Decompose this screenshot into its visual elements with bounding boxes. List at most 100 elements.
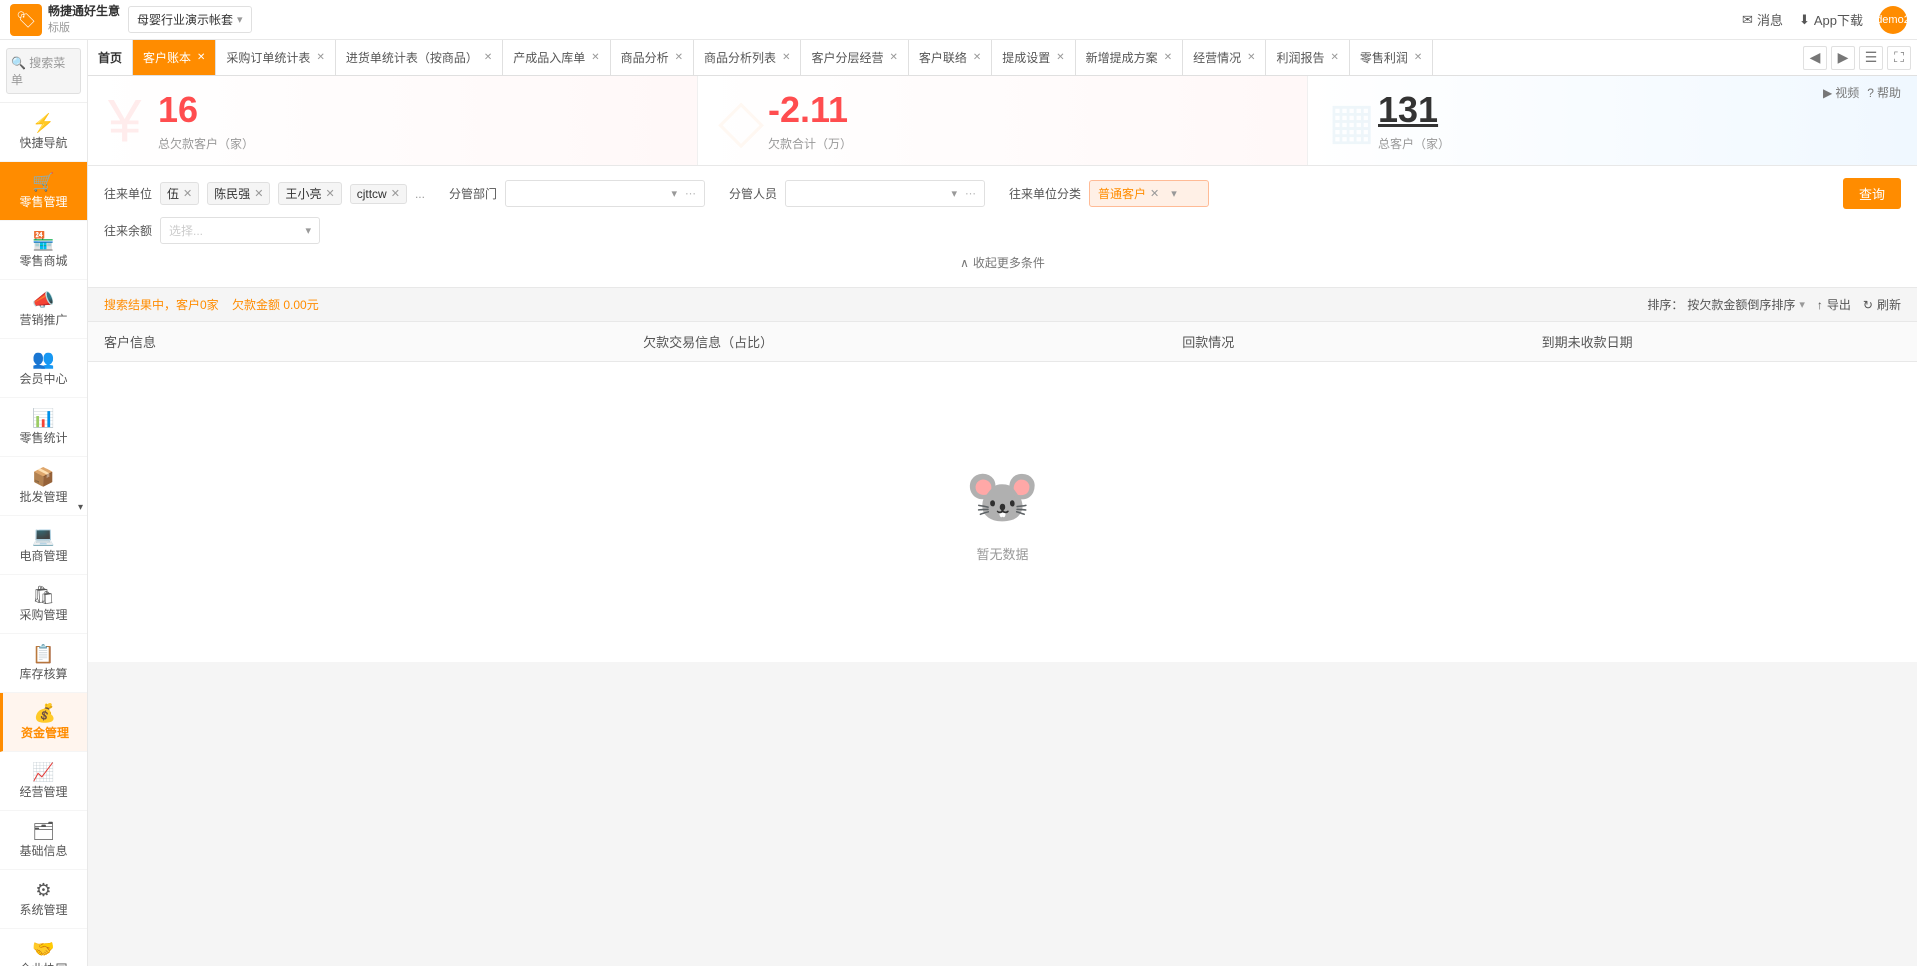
query-button[interactable]: 查询 <box>1843 178 1901 209</box>
industry-select[interactable]: 母婴行业演示帐套 ▾ <box>128 6 252 33</box>
sidebar-item-basic-info[interactable]: 🗂 基础信息 <box>0 811 87 870</box>
tab-fullscreen[interactable]: ⛶ <box>1887 46 1911 70</box>
result-actions: 排序： 按欠款金额倒序排序 ▾ ↑ 导出 ↻ 刷新 <box>1647 296 1901 313</box>
operation-icon: 📈 <box>6 762 81 783</box>
sidebar-item-retail-mall[interactable]: 🏪 零售商城 <box>0 221 87 280</box>
tab-purchase-order-stat[interactable]: 采购订单统计表 ✕ <box>216 40 335 76</box>
message-icon: ✉ <box>1742 12 1753 28</box>
top-bar: 🏷 畅捷通好生意 标版 母婴行业演示帐套 ▾ ✉ 消息 ⬇ App下载 demo… <box>0 0 1917 40</box>
top-bar-right: ✉ 消息 ⬇ App下载 demo2 <box>1742 6 1907 34</box>
logo-icon: 🏷 <box>10 4 42 36</box>
inventory-icon: 📋 <box>6 644 81 665</box>
sort-btn[interactable]: 排序： 按欠款金额倒序排序 ▾ <box>1647 296 1805 313</box>
tab-close-operation-status[interactable]: ✕ <box>1247 52 1255 63</box>
filter-tag-1-close[interactable]: ✕ <box>183 187 192 200</box>
video-btn[interactable]: ▶ 视频 <box>1823 84 1859 101</box>
tab-close-produce-in[interactable]: ✕ <box>591 52 599 63</box>
tab-close-raise-settings[interactable]: ✕ <box>1056 52 1064 63</box>
tab-goods-analysis-list[interactable]: 商品分析列表 ✕ <box>694 40 801 76</box>
sidebar-item-operation[interactable]: 📈 经营管理 <box>0 752 87 811</box>
retail-mall-icon: 🏪 <box>6 231 81 252</box>
tab-profit-report[interactable]: 利润报告 ✕ <box>1266 40 1349 76</box>
balance-select[interactable]: 选择... ▾ <box>160 217 320 244</box>
tab-close-goods-analysis[interactable]: ✕ <box>675 52 683 63</box>
tab-close-new-raise-plan[interactable]: ✕ <box>1164 52 1172 63</box>
system-icon: ⚙ <box>6 880 81 901</box>
filter-tag-2[interactable]: 陈民强 ✕ <box>207 182 270 205</box>
filter-tag-4[interactable]: cjttcw ✕ <box>350 184 407 204</box>
tab-scroll-right[interactable]: ▶ <box>1831 46 1855 70</box>
filter-tag-2-close[interactable]: ✕ <box>254 187 263 200</box>
th-overdue-date: 到期未收款日期 <box>1542 332 1901 351</box>
tab-close-goods-analysis-list[interactable]: ✕ <box>782 52 790 63</box>
refresh-btn[interactable]: ↻ 刷新 <box>1863 296 1901 313</box>
dept-chevron-icon: ▾ <box>671 187 677 200</box>
sidebar-item-ecommerce[interactable]: 💻 电商管理 <box>0 516 87 575</box>
export-btn[interactable]: ↑ 导出 <box>1817 296 1851 313</box>
stat-num-credit-customers: 16 <box>158 89 254 131</box>
filter-tag-4-close[interactable]: ✕ <box>391 187 400 200</box>
tab-new-raise-plan[interactable]: 新增提成方案 ✕ <box>1076 40 1183 76</box>
logo-area: 🏷 畅捷通好生意 标版 <box>10 4 120 36</box>
tab-close-retail-profit[interactable]: ✕ <box>1414 52 1422 63</box>
tab-customer-contact[interactable]: 客户联络 ✕ <box>909 40 992 76</box>
category-tag-1-close[interactable]: ✕ <box>1150 187 1159 200</box>
tab-close-customer-book[interactable]: ✕ <box>197 52 205 63</box>
dept-select[interactable]: ▾ ⋯ <box>505 180 705 207</box>
tab-close-purchase-order[interactable]: ✕ <box>316 52 324 63</box>
purchase-icon: 🛍 <box>6 585 81 606</box>
sidebar-item-system[interactable]: ⚙ 系统管理 <box>0 870 87 929</box>
sidebar-item-retail-stat[interactable]: 📊 零售统计 <box>0 398 87 457</box>
sidebar-item-enterprise-coop[interactable]: 🤝 企业协同 <box>0 929 87 966</box>
member-icon: 👥 <box>6 349 81 370</box>
tab-close-goods-in[interactable]: ✕ <box>484 52 492 63</box>
marketing-icon: 📣 <box>6 290 81 311</box>
sidebar: 🔍 搜索菜单 ⚡ 快捷导航 🛒 零售管理 🏪 零售商城 📣 营销推广 👥 会员中… <box>0 40 88 966</box>
empty-text: 暂无数据 <box>976 544 1028 563</box>
sidebar-item-member[interactable]: 👥 会员中心 <box>0 339 87 398</box>
category-tag-1[interactable]: 普通客户 ✕ <box>1098 185 1159 202</box>
sort-chevron-icon: ▾ <box>1799 298 1805 311</box>
help-btn[interactable]: ? 帮助 <box>1867 84 1901 101</box>
app-download-btn[interactable]: ⬇ App下载 <box>1799 10 1863 29</box>
collapse-btn[interactable]: ∧ 收起更多条件 <box>960 250 1045 275</box>
filter-tag-3-close[interactable]: ✕ <box>326 187 335 200</box>
sidebar-item-retail[interactable]: 🛒 零售管理 <box>0 162 87 221</box>
tab-close-profit-report[interactable]: ✕ <box>1331 52 1339 63</box>
tab-operation-status[interactable]: 经营情况 ✕ <box>1183 40 1266 76</box>
tab-menu[interactable]: ☰ <box>1859 46 1883 70</box>
tab-scroll-left[interactable]: ◀ <box>1803 46 1827 70</box>
filter-tag-1[interactable]: 伍 ✕ <box>160 182 199 205</box>
stat-label-credit-amount: 欠款合计（万） <box>768 135 852 152</box>
sidebar-item-finance[interactable]: 💰 资金管理 <box>0 693 87 752</box>
empty-icon: 🐭 <box>965 461 1040 532</box>
help-icon: ? <box>1867 86 1874 100</box>
tab-customer-segment[interactable]: 客户分层经营 ✕ <box>801 40 908 76</box>
tab-raise-settings[interactable]: 提成设置 ✕ <box>992 40 1075 76</box>
category-select[interactable]: 普通客户 ✕ ▾ <box>1089 180 1209 207</box>
stat-num-total-customers: 131 <box>1378 89 1450 131</box>
tab-home[interactable]: 首页 <box>88 40 133 76</box>
logo-text-area: 畅捷通好生意 标版 <box>48 4 120 36</box>
message-btn[interactable]: ✉ 消息 <box>1742 10 1783 29</box>
filter-tags-more[interactable]: ... <box>415 187 425 201</box>
tab-produce-in[interactable]: 产成品入库单 ✕ <box>503 40 610 76</box>
filter-tag-3[interactable]: 王小亮 ✕ <box>278 182 341 205</box>
search-menu-btn[interactable]: 🔍 搜索菜单 <box>6 48 81 94</box>
sidebar-item-wholesale[interactable]: 📦 批发管理 <box>0 457 87 516</box>
tab-retail-profit[interactable]: 零售利润 ✕ <box>1350 40 1433 76</box>
filter-row-extra: 往来余额 选择... ▾ <box>104 217 1901 244</box>
avatar[interactable]: demo2 <box>1879 6 1907 34</box>
person-select[interactable]: ▾ ⋯ <box>785 180 985 207</box>
sidebar-item-marketing[interactable]: 📣 营销推广 <box>0 280 87 339</box>
tab-customer-book[interactable]: 客户账本 ✕ <box>133 40 216 76</box>
tab-goods-analysis[interactable]: 商品分析 ✕ <box>611 40 694 76</box>
sidebar-item-purchase[interactable]: 🛍 采购管理 <box>0 575 87 634</box>
tab-close-customer-contact[interactable]: ✕ <box>973 52 981 63</box>
quick-nav-icon: ⚡ <box>6 113 81 134</box>
sidebar-item-inventory[interactable]: 📋 库存核算 <box>0 634 87 693</box>
tab-goods-in-stat[interactable]: 进货单统计表（按商品） ✕ <box>336 40 503 76</box>
tab-close-customer-segment[interactable]: ✕ <box>889 52 897 63</box>
table-header: 客户信息 欠款交易信息（占比） 回款情况 到期未收款日期 <box>88 322 1917 362</box>
sidebar-item-quick-nav[interactable]: ⚡ 快捷导航 <box>0 103 87 162</box>
